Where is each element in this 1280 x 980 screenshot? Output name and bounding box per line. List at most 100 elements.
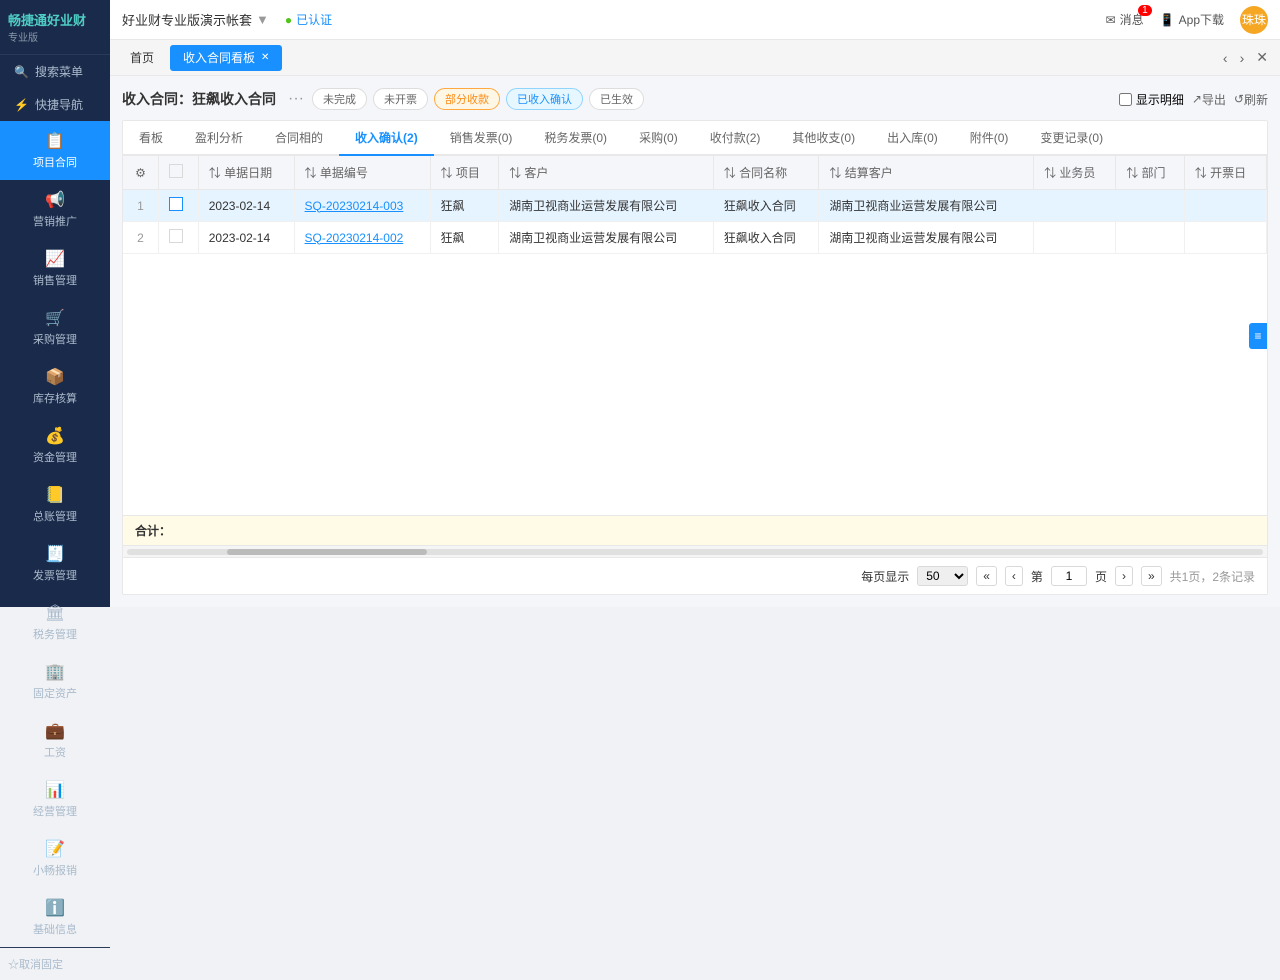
sub-tabs: 看板 盈利分析 合同相的 收入确认(2) 销售发票(0) 税务发票(0) 采购(… <box>123 121 1267 156</box>
sidebar-item-basic[interactable]: ℹ️ 基础信息 <box>0 888 110 947</box>
sidebar-item-report[interactable]: 📝 小畅报销 <box>0 829 110 888</box>
th-number[interactable]: ⇅ 单据编号 <box>294 156 430 190</box>
more-options-btn[interactable]: ··· <box>288 90 304 108</box>
company-name: 好业财专业版演示帐套 <box>122 10 252 29</box>
sidebar-item-label: 采购管理 <box>33 331 77 347</box>
status-btn-uninvoiced[interactable]: 未开票 <box>373 88 428 110</box>
status-btn-confirmed[interactable]: 已收入确认 <box>506 88 583 110</box>
sidebar-item-fund[interactable]: 💰 资金管理 <box>0 416 110 475</box>
page-number-input[interactable] <box>1051 566 1087 586</box>
sidebar-item-ledger[interactable]: 📒 总账管理 <box>0 475 110 534</box>
row-contract: 狂飙收入合同 <box>713 190 819 222</box>
tab-contract-board[interactable]: 收入合同看板 ✕ <box>170 45 282 71</box>
sales-icon: 📈 <box>45 249 65 269</box>
tab-home[interactable]: 首页 <box>118 45 166 71</box>
table-header-row: ⚙ ⇅ 单据日期 ⇅ 单据编号 ⇅ 项目 ⇅ 客户 ⇅ 合同名称 ⇅ 结算客户 … <box>123 156 1267 190</box>
refresh-btn[interactable]: ↺ 刷新 <box>1234 91 1268 108</box>
th-settings[interactable]: ⚙ <box>123 156 159 190</box>
status-btn-partial[interactable]: 部分收款 <box>434 88 500 110</box>
page-last-btn[interactable]: » <box>1141 566 1162 586</box>
table-row[interactable]: 1 2023-02-14 SQ-20230214-003 狂飙 湖南卫视商业运营… <box>123 190 1267 222</box>
sidebar-item-label: 营销推广 <box>33 213 77 229</box>
row-number[interactable]: SQ-20230214-003 <box>294 190 430 222</box>
labor-icon: 💼 <box>45 721 65 741</box>
logo-sub: 专业版 <box>8 29 102 44</box>
sidebar-item-label: 资金管理 <box>33 449 77 465</box>
tab-nav-next[interactable]: › <box>1236 47 1249 68</box>
sub-tab-payment[interactable]: 收付款(2) <box>694 121 777 156</box>
sidebar-search-btn[interactable]: 🔍 搜索菜单 <box>0 55 110 88</box>
sub-tab-change-log[interactable]: 变更记录(0) <box>1024 121 1119 156</box>
row-number[interactable]: SQ-20230214-002 <box>294 222 430 254</box>
show-detail-input[interactable] <box>1119 93 1132 106</box>
th-open-date[interactable]: ⇅ 开票日 <box>1184 156 1266 190</box>
message-icon: ✉ <box>1106 13 1116 27</box>
contract-title: 收入合同：狂飙收入合同 <box>122 89 276 109</box>
right-panel-toggle[interactable]: ≡ <box>1249 323 1267 349</box>
tab-close-icon[interactable]: ✕ <box>261 52 269 63</box>
user-avatar[interactable]: 珠珠 <box>1240 6 1268 34</box>
horizontal-scrollbar[interactable] <box>123 545 1267 557</box>
sidebar-item-label: 小畅报销 <box>33 862 77 878</box>
tab-nav-prev[interactable]: ‹ <box>1219 47 1232 68</box>
topbar-right: ✉ 1 消息 📱 App下载 珠珠 <box>1106 6 1268 34</box>
sub-tab-related[interactable]: 合同相的 <box>259 121 339 156</box>
th-salesperson[interactable]: ⇅ 业务员 <box>1034 156 1116 190</box>
page-prev-btn[interactable]: ‹ <box>1005 566 1023 586</box>
show-detail-checkbox[interactable]: 显示明细 <box>1119 91 1184 108</box>
sidebar-unpin-btn[interactable]: ☆取消固定 <box>0 947 110 980</box>
table-row[interactable]: 2 2023-02-14 SQ-20230214-002 狂飙 湖南卫视商业运营… <box>123 222 1267 254</box>
sidebar-item-marketing[interactable]: 📢 营销推广 <box>0 180 110 239</box>
th-checkbox[interactable] <box>159 156 199 190</box>
company-dropdown-icon[interactable]: ▼ <box>256 12 269 27</box>
page-label: 第 <box>1031 568 1043 585</box>
sidebar-item-sales[interactable]: 📈 销售管理 <box>0 239 110 298</box>
sub-tab-purchase[interactable]: 采购(0) <box>623 121 694 156</box>
sidebar-item-invoice[interactable]: 🧾 发票管理 <box>0 534 110 593</box>
select-all-checkbox[interactable] <box>169 164 183 178</box>
sub-tab-sales-invoice[interactable]: 销售发票(0) <box>434 121 529 156</box>
tax-icon: 🏛 <box>45 603 65 623</box>
sidebar-item-operation[interactable]: 📊 经营管理 <box>0 770 110 829</box>
th-project[interactable]: ⇅ 项目 <box>430 156 499 190</box>
sidebar-item-labor[interactable]: 💼 工资 <box>0 711 110 770</box>
row-checkbox[interactable] <box>159 190 199 222</box>
th-settle-customer[interactable]: ⇅ 结算客户 <box>819 156 1034 190</box>
sub-tab-profit[interactable]: 盈利分析 <box>179 121 259 156</box>
sub-tab-board[interactable]: 看板 <box>123 121 179 156</box>
sidebar-item-project[interactable]: 📋 项目合同 <box>0 121 110 180</box>
page-first-btn[interactable]: « <box>976 566 997 586</box>
sidebar-logo: 畅捷通好业财 专业版 <box>0 0 110 55</box>
row-checkbox[interactable] <box>159 222 199 254</box>
sub-tab-warehouse[interactable]: 出入库(0) <box>871 121 954 156</box>
sidebar-item-asset[interactable]: 🏢 固定资产 <box>0 652 110 711</box>
total-label: 合计： <box>135 524 171 538</box>
sidebar-item-stock[interactable]: 📦 库存核算 <box>0 357 110 416</box>
sidebar-quick-nav[interactable]: ⚡ 快捷导航 <box>0 88 110 121</box>
th-customer[interactable]: ⇅ 客户 <box>499 156 714 190</box>
sub-tab-tax-invoice[interactable]: 税务发票(0) <box>528 121 623 156</box>
sub-tab-revenue[interactable]: 收入确认(2) <box>339 121 434 156</box>
tab-nav-close[interactable]: ✕ <box>1252 47 1272 68</box>
sub-tab-attachment[interactable]: 附件(0) <box>954 121 1025 156</box>
asset-icon: 🏢 <box>45 662 65 682</box>
row-contract: 狂飙收入合同 <box>713 222 819 254</box>
sidebar-item-tax[interactable]: 🏛 税务管理 <box>0 593 110 652</box>
th-date[interactable]: ⇅ 单据日期 <box>198 156 294 190</box>
content-area: 收入合同：狂飙收入合同 ··· 未完成 未开票 部分收款 已收入确认 已生效 显… <box>110 76 1280 607</box>
topbar-company[interactable]: 好业财专业版演示帐套 ▼ <box>122 10 269 29</box>
stock-icon: 📦 <box>45 367 65 387</box>
export-btn[interactable]: ↗ 导出 <box>1192 91 1226 108</box>
th-contract[interactable]: ⇅ 合同名称 <box>713 156 819 190</box>
scrollbar-thumb[interactable] <box>227 549 427 555</box>
th-department[interactable]: ⇅ 部门 <box>1116 156 1185 190</box>
app-download-btn[interactable]: 📱 App下载 <box>1160 11 1224 28</box>
status-btn-effective[interactable]: 已生效 <box>589 88 644 110</box>
page-next-btn[interactable]: › <box>1115 566 1133 586</box>
sidebar-item-purchase[interactable]: 🛒 采购管理 <box>0 298 110 357</box>
basic-icon: ℹ️ <box>45 898 65 918</box>
status-btn-incomplete[interactable]: 未完成 <box>312 88 367 110</box>
sub-tab-other[interactable]: 其他收支(0) <box>776 121 871 156</box>
message-btn[interactable]: ✉ 1 消息 <box>1106 11 1144 28</box>
per-page-select[interactable]: 20 50 100 <box>917 566 968 586</box>
